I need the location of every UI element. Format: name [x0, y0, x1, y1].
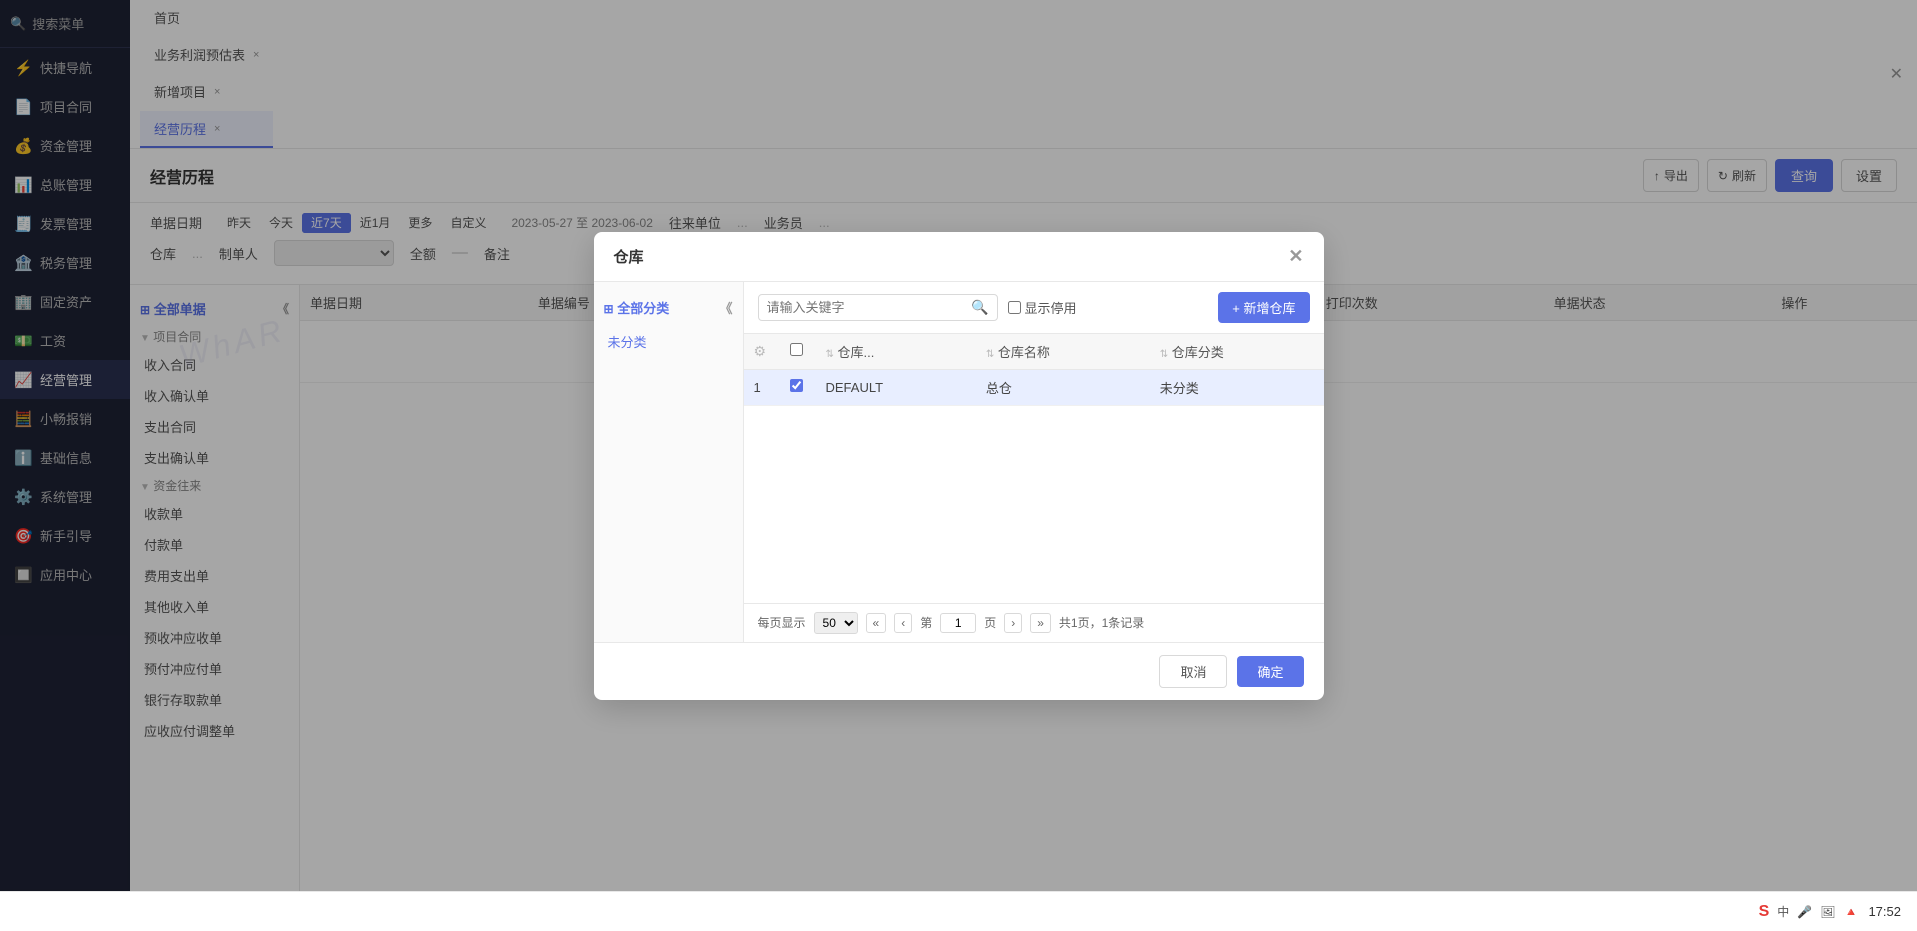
dialog-left-items: 未分类 [594, 325, 743, 358]
col-name: ⇅ 仓库名称 [976, 334, 1150, 370]
dialog-header: 仓库 ✕ [594, 232, 1324, 282]
col-category-sort[interactable]: ⇅ [1160, 349, 1168, 360]
row-check[interactable] [790, 379, 803, 392]
dialog-table: ⚙ ⇅ 仓库... ⇅ [744, 334, 1324, 406]
dialog-total: 共1页，1条记录 [1059, 614, 1144, 631]
dialog-close-icon[interactable]: ✕ [1288, 246, 1303, 267]
show-disabled-checkbox[interactable] [1008, 301, 1021, 314]
dialog-first-page-btn[interactable]: « [866, 613, 887, 633]
col-name-label: 仓库名称 [998, 345, 1050, 360]
taskbar: S 中 🎤 🖼 🔺 17:52 [0, 891, 1917, 931]
row-category: 未分类 [1150, 369, 1324, 405]
show-disabled-label[interactable]: 显示停用 [1008, 298, 1077, 317]
dialog-left-header: ⊞ 全部分类 《 [594, 290, 743, 325]
select-all-checkbox[interactable] [790, 343, 803, 356]
dialog-per-page-label: 每页显示 [758, 614, 806, 631]
dialog-right-panel: 🔍 显示停用 + 新增仓库 ⚙ [744, 282, 1324, 642]
dialog-page-label: 第 [920, 614, 932, 631]
taskbar-icon-2: 中 [1777, 903, 1789, 920]
search-box: 🔍 [758, 294, 998, 321]
dialog-settings-icon[interactable]: ⚙ [754, 343, 767, 359]
col-code: ⇅ 仓库... [816, 334, 976, 370]
dialog-prev-page-btn[interactable]: ‹ [894, 613, 912, 633]
dialog-title: 仓库 [614, 246, 644, 267]
dialog-body: ⊞ 全部分类 《 未分类 🔍 显示 [594, 282, 1324, 642]
taskbar-icons: S 中 🎤 🖼 🔺 [1759, 903, 1859, 921]
row-checkbox[interactable] [780, 369, 816, 405]
dialog-next-page-btn[interactable]: › [1004, 613, 1022, 633]
search-icon: 🔍 [971, 299, 988, 316]
dialog-table-row[interactable]: 1 DEFAULT 总仓 未分类 [744, 369, 1324, 405]
grid-icon: ⊞ [604, 302, 614, 316]
col-settings: ⚙ [744, 334, 780, 370]
taskbar-time: 17:52 [1868, 904, 1901, 919]
search-input[interactable] [767, 300, 968, 315]
dialog-page-input[interactable] [940, 613, 976, 633]
dialog-footer: 取消 确定 [594, 642, 1324, 700]
dialog-pagination: 每页显示 50 « ‹ 第 页 › » 共1页，1条记录 [744, 603, 1324, 642]
col-name-sort[interactable]: ⇅ [986, 349, 994, 360]
col-checkbox-header [780, 334, 816, 370]
confirm-button[interactable]: 确定 [1237, 656, 1303, 687]
warehouse-dialog: 仓库 ✕ ⊞ 全部分类 《 未分类 [594, 232, 1324, 700]
row-name: 总仓 [976, 369, 1150, 405]
taskbar-icon-5: 🔺 [1844, 905, 1859, 919]
dialog-left-toggle[interactable]: 《 [719, 298, 732, 317]
row-code: DEFAULT [816, 369, 976, 405]
dialog-category-未分类[interactable]: 未分类 [594, 325, 743, 358]
taskbar-icon-1: S [1759, 903, 1770, 921]
dialog-all-category: ⊞ 全部分类 [604, 298, 670, 317]
taskbar-icon-3: 🎤 [1797, 905, 1812, 919]
taskbar-icon-4: 🖼 [1820, 905, 1835, 919]
overlay: 仓库 ✕ ⊞ 全部分类 《 未分类 [0, 0, 1917, 931]
dialog-per-page-select[interactable]: 50 [814, 612, 858, 634]
dialog-last-page-btn[interactable]: » [1030, 613, 1051, 633]
dialog-page-suffix: 页 [984, 614, 996, 631]
dialog-table-wrap: ⚙ ⇅ 仓库... ⇅ [744, 334, 1324, 603]
dialog-toolbar: 🔍 显示停用 + 新增仓库 [744, 282, 1324, 334]
col-code-sort[interactable]: ⇅ [826, 349, 834, 360]
col-category: ⇅ 仓库分类 [1150, 334, 1324, 370]
col-code-label: 仓库... [838, 345, 875, 360]
row-idx: 1 [744, 369, 780, 405]
dialog-left-panel: ⊞ 全部分类 《 未分类 [594, 282, 744, 642]
add-warehouse-button[interactable]: + 新增仓库 [1218, 292, 1309, 323]
col-category-label: 仓库分类 [1172, 345, 1224, 360]
cancel-button[interactable]: 取消 [1159, 655, 1227, 688]
